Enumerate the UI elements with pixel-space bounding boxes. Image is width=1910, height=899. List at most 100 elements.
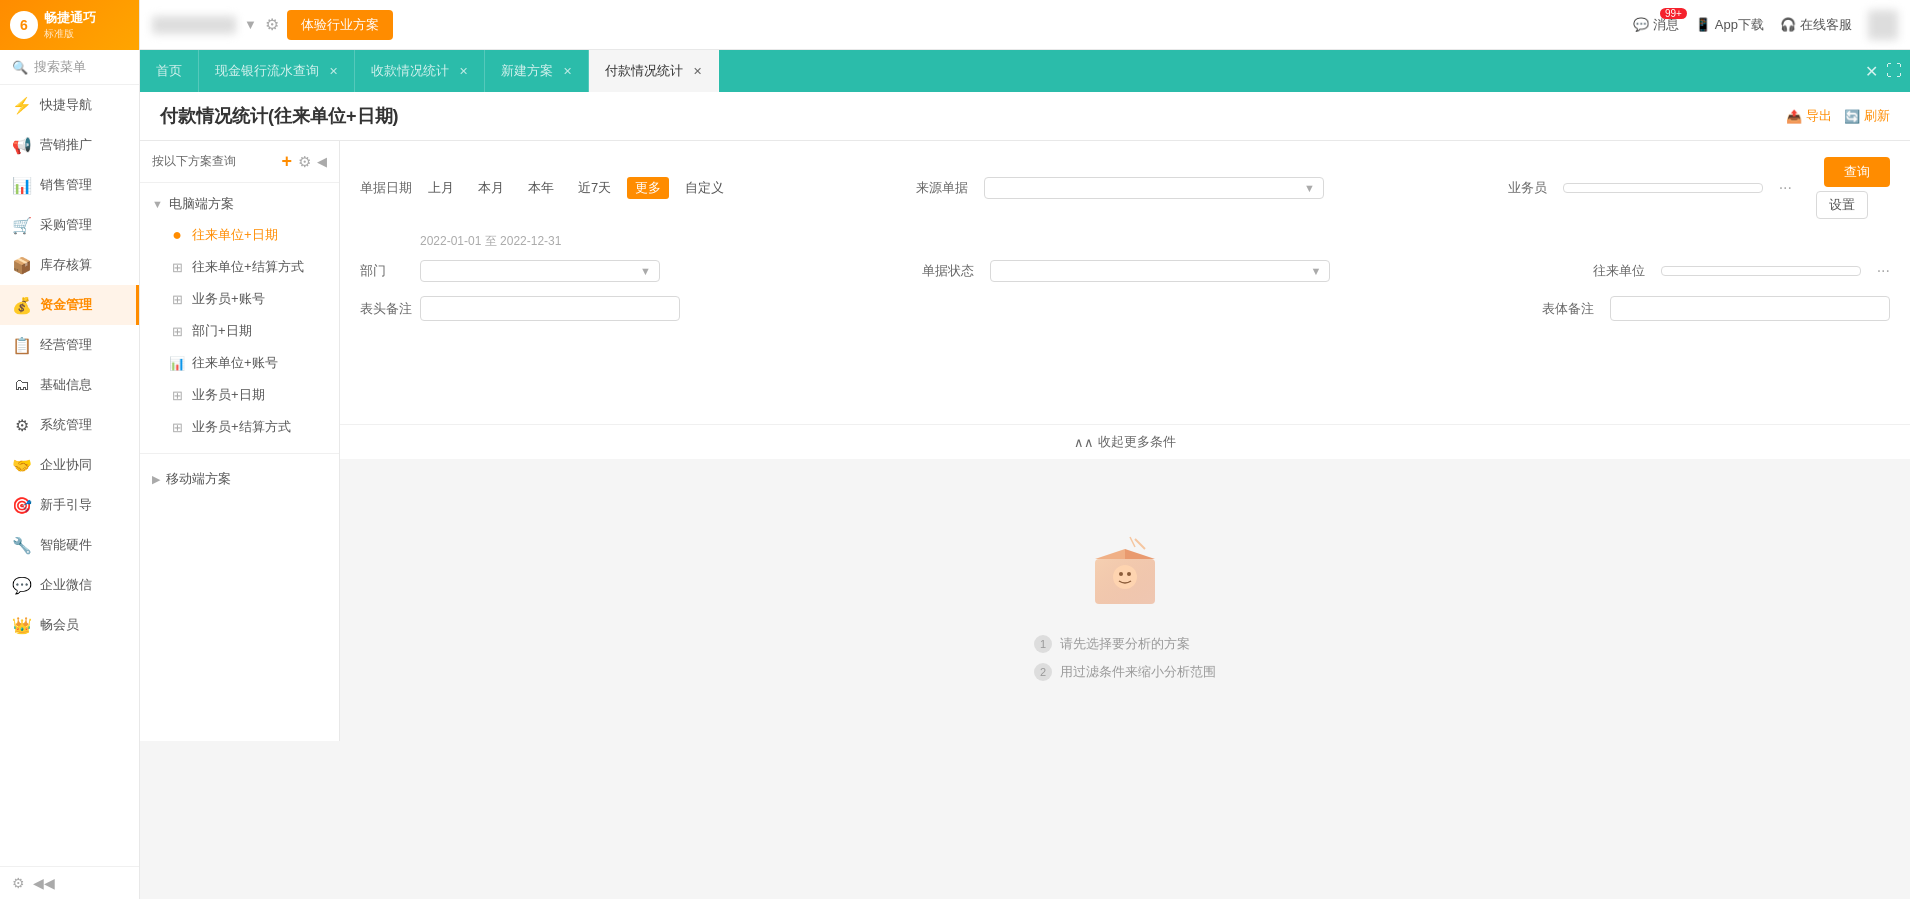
notifications-btn[interactable]: 💬 消息 99+ — [1633, 16, 1679, 34]
mobile-group-arrow-icon: ▶ — [152, 473, 160, 486]
table-body-note-input[interactable] — [1610, 296, 1890, 321]
company-name: 某某公司名称 — [152, 16, 236, 34]
purchase-icon: 🛒 — [12, 215, 32, 235]
scheme-item-label: 部门+日期 — [192, 322, 252, 340]
table-header-note-input[interactable] — [420, 296, 680, 321]
tab-bank-flow[interactable]: 现金银行流水查询 ✕ — [199, 50, 355, 92]
sidebar-item-label: 库存核算 — [40, 256, 92, 274]
tab-close-all-btn[interactable]: ✕ — [1865, 62, 1878, 81]
filter-row-notes: 表头备注 表体备注 — [360, 296, 1890, 321]
scheme-item-staff-settle[interactable]: ⊞ 业务员+结算方式 — [140, 411, 339, 443]
sidebar-item-member[interactable]: 👑 畅会员 — [0, 605, 139, 645]
partner-select[interactable] — [1661, 266, 1861, 276]
sidebar-item-inventory[interactable]: 📦 库存核算 — [0, 245, 139, 285]
sidebar-item-basic-info[interactable]: 🗂 基础信息 — [0, 365, 139, 405]
business-icon: 📋 — [12, 335, 32, 355]
query-btn[interactable]: 查询 — [1824, 157, 1890, 187]
doc-status-select[interactable]: ▼ — [990, 260, 1330, 282]
sidebar-item-label: 企业微信 — [40, 576, 92, 594]
setting-btn[interactable]: 设置 — [1816, 191, 1868, 219]
scheme-item-partner-settle[interactable]: ⊞ 往来单位+结算方式 — [140, 251, 339, 283]
tab-payment-stats[interactable]: 付款情况统计 ✕ — [589, 50, 719, 92]
headset-icon: 🎧 — [1780, 17, 1796, 32]
scheme-item-label: 往来单位+账号 — [192, 354, 278, 372]
partner-label: 往来单位 — [1593, 262, 1645, 280]
tab-new-scheme-close[interactable]: ✕ — [563, 65, 572, 78]
sidebar-item-marketing[interactable]: 📢 营销推广 — [0, 125, 139, 165]
empty-state: 1 请先选择要分析的方案 2 用过滤条件来缩小分析范围 — [1034, 459, 1216, 741]
sidebar-item-enterprise[interactable]: 🤝 企业协同 — [0, 445, 139, 485]
sidebar-item-label: 新手引导 — [40, 496, 92, 514]
scheme-item-label: 往来单位+日期 — [192, 226, 278, 244]
staff-more-btn[interactable]: ··· — [1779, 179, 1792, 197]
sidebar-item-label: 资金管理 — [40, 296, 92, 314]
page-header-actions: 📤 导出 🔄 刷新 — [1786, 107, 1890, 125]
sidebar-edition: 标准版 — [44, 27, 96, 41]
source-doc-select[interactable]: ▼ — [984, 177, 1324, 199]
system-icon: ⚙ — [12, 415, 32, 435]
panel-collapse-btn[interactable]: ◀ — [317, 154, 327, 169]
sidebar-settings-btn[interactable]: ⚙ — [12, 875, 25, 891]
collapse-btn[interactable]: ∧∧ 收起更多条件 — [1074, 433, 1176, 451]
sidebar-item-wechat[interactable]: 💬 企业微信 — [0, 565, 139, 605]
marketing-icon: 📢 — [12, 135, 32, 155]
inventory-icon: 📦 — [12, 255, 32, 275]
mobile-group-header[interactable]: ▶ 移动端方案 — [140, 464, 339, 494]
scheme-item-label: 业务员+日期 — [192, 386, 265, 404]
phone-icon: 📱 — [1695, 17, 1711, 32]
left-panel-title: 按以下方案查询 — [152, 153, 236, 170]
scheme-item-staff-date[interactable]: ⊞ 业务员+日期 — [140, 379, 339, 411]
sidebar-item-sales[interactable]: 📊 销售管理 — [0, 165, 139, 205]
add-scheme-btn[interactable]: + — [281, 151, 292, 172]
sidebar-logo-icon: 6 — [10, 11, 38, 39]
sidebar-item-quick-nav[interactable]: ⚡ 快捷导航 — [0, 85, 139, 125]
custom-btn[interactable]: 自定义 — [677, 176, 732, 200]
this-year-btn[interactable]: 本年 — [520, 176, 562, 200]
pc-group-header[interactable]: ▼ 电脑端方案 — [140, 189, 339, 219]
dept-select[interactable]: ▼ — [420, 260, 660, 282]
svg-marker-1 — [1095, 549, 1125, 559]
export-btn[interactable]: 📤 导出 — [1786, 107, 1832, 125]
notifications-badge: 99+ — [1660, 8, 1687, 19]
partner-more-btn[interactable]: ··· — [1877, 262, 1890, 280]
scheme-item-partner-account[interactable]: 📊 往来单位+账号 — [140, 347, 339, 379]
tab-receipt-close[interactable]: ✕ — [459, 65, 468, 78]
refresh-btn[interactable]: 🔄 刷新 — [1844, 107, 1890, 125]
trial-btn[interactable]: 体验行业方案 — [287, 10, 393, 40]
online-service-btn[interactable]: 🎧 在线客服 — [1780, 16, 1852, 34]
sidebar-search[interactable]: 🔍 搜索菜单 — [0, 50, 139, 85]
basic-info-icon: 🗂 — [12, 375, 32, 395]
sidebar-item-guide[interactable]: 🎯 新手引导 — [0, 485, 139, 525]
refresh-icon: 🔄 — [1844, 109, 1860, 124]
more-btn[interactable]: 更多 — [627, 177, 669, 199]
sidebar-item-capital[interactable]: 💰 资金管理 — [0, 285, 139, 325]
scheme-item-staff-account[interactable]: ⊞ 业务员+账号 — [140, 283, 339, 315]
collapse-bar: ∧∧ 收起更多条件 — [340, 424, 1910, 459]
tab-payment-stats-label: 付款情况统计 — [605, 62, 683, 80]
last7-btn[interactable]: 近7天 — [570, 176, 619, 200]
last-month-btn[interactable]: 上月 — [420, 176, 462, 200]
tab-bank-flow-close[interactable]: ✕ — [329, 65, 338, 78]
sidebar-item-label: 销售管理 — [40, 176, 92, 194]
sidebar-item-purchase[interactable]: 🛒 采购管理 — [0, 205, 139, 245]
topbar-gear-icon[interactable]: ⚙ — [265, 15, 279, 34]
user-avatar[interactable]: Rit — [1868, 10, 1898, 40]
company-dropdown-arrow[interactable]: ▼ — [244, 17, 257, 32]
tab-receipt-stats[interactable]: 收款情况统计 ✕ — [355, 50, 485, 92]
sidebar-item-system[interactable]: ⚙ 系统管理 — [0, 405, 139, 445]
tab-home[interactable]: 首页 — [140, 50, 199, 92]
staff-select[interactable] — [1563, 183, 1763, 193]
app-download-btn[interactable]: 📱 App下载 — [1695, 16, 1764, 34]
sidebar-item-hardware[interactable]: 🔧 智能硬件 — [0, 525, 139, 565]
scheme-setting-btn[interactable]: ⚙ — [298, 153, 311, 171]
sidebar-footer: ⚙ ◀◀ — [0, 866, 139, 899]
scheme-item-dept-date[interactable]: ⊞ 部门+日期 — [140, 315, 339, 347]
tab-expand-btn[interactable]: ⛶ — [1886, 62, 1902, 80]
this-month-btn[interactable]: 本月 — [470, 176, 512, 200]
sidebar-collapse-btn[interactable]: ◀◀ — [33, 875, 55, 891]
sidebar-item-business[interactable]: 📋 经营管理 — [0, 325, 139, 365]
tab-payment-close[interactable]: ✕ — [693, 65, 702, 78]
tab-new-scheme[interactable]: 新建方案 ✕ — [485, 50, 589, 92]
scheme-item-partner-date[interactable]: ● 往来单位+日期 — [140, 219, 339, 251]
empty-illustration — [1075, 519, 1175, 619]
